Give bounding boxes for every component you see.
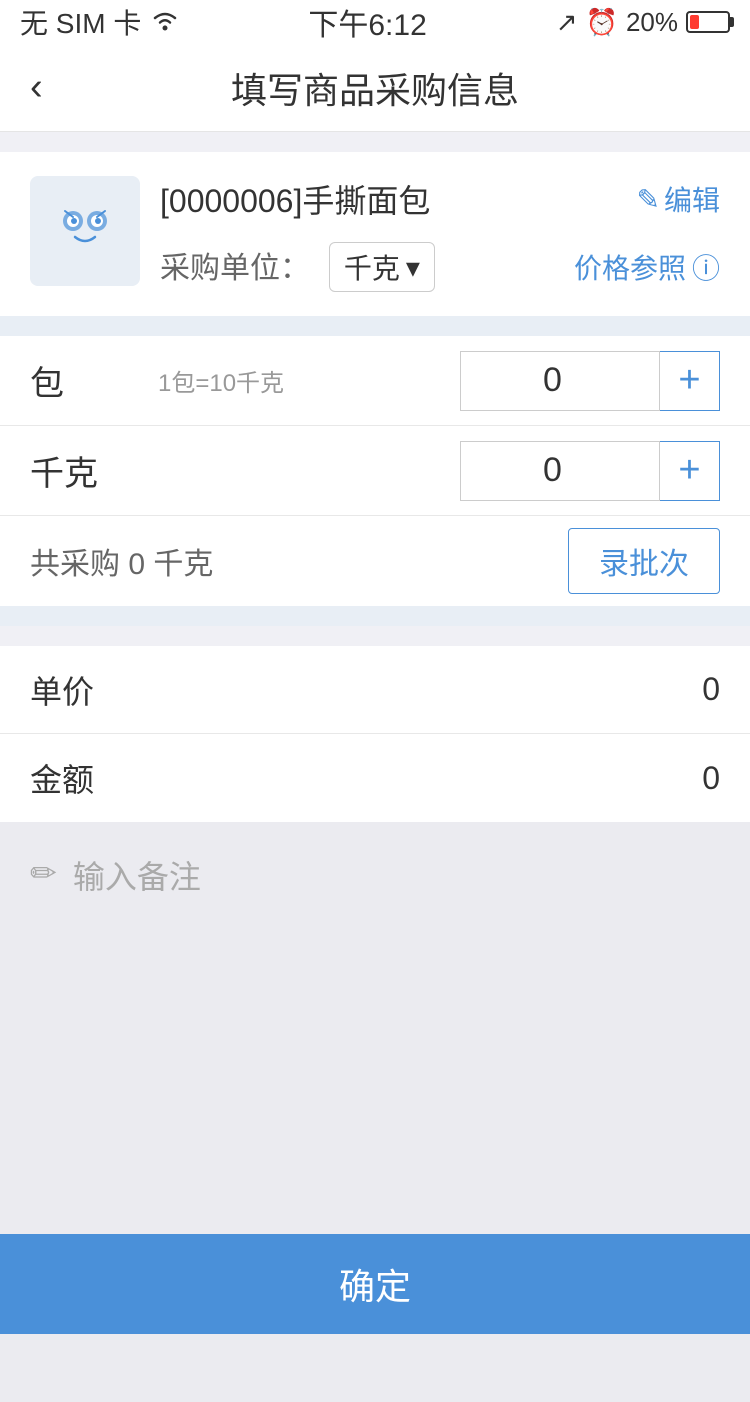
sim-text: 无 SIM 卡 bbox=[20, 2, 141, 42]
input-section: 包 1包=10千克 + 千克 + bbox=[0, 336, 750, 516]
unit-price-value: 0 bbox=[702, 671, 720, 708]
notes-section[interactable]: ✏ 输入备注 bbox=[0, 822, 750, 1022]
kg-input-control: + bbox=[460, 441, 720, 501]
bao-sublabel: 1包=10千克 bbox=[158, 363, 460, 398]
kg-label: 千克 bbox=[30, 446, 150, 495]
section-divider-1 bbox=[0, 316, 750, 336]
amount-value: 0 bbox=[702, 760, 720, 797]
unit-price-label: 单价 bbox=[30, 667, 94, 713]
unit-price-row: 单价 0 bbox=[0, 646, 750, 734]
product-name: [0000006]手撕面包 bbox=[160, 176, 430, 222]
notes-pencil-icon: ✏ bbox=[30, 854, 57, 892]
product-logo bbox=[45, 187, 125, 275]
bao-plus-button[interactable]: + bbox=[660, 351, 720, 411]
page-title: 填写商品采购信息 bbox=[90, 62, 660, 114]
price-reference-button[interactable]: 价格参照 ⓘ bbox=[574, 247, 720, 287]
total-row: 共采购 0 千克 录批次 bbox=[0, 516, 750, 606]
edit-icon: ✎ bbox=[637, 183, 660, 216]
unit-select-dropdown[interactable]: 千克 ▾ bbox=[329, 242, 435, 292]
unit-label-text: 采购单位： bbox=[160, 252, 310, 285]
confirm-button[interactable]: 确定 bbox=[0, 1234, 750, 1334]
status-time: 下午6:12 bbox=[308, 0, 426, 44]
edit-button[interactable]: ✎ 编辑 bbox=[637, 179, 720, 219]
kg-input[interactable] bbox=[460, 441, 660, 501]
battery-icon bbox=[686, 11, 730, 33]
price-info-section: 单价 0 金额 0 bbox=[0, 646, 750, 822]
price-ref-label: 价格参照 bbox=[574, 247, 686, 287]
total-label: 共采购 0 千克 bbox=[30, 539, 213, 583]
nav-bar: ‹ 填写商品采购信息 bbox=[0, 44, 750, 132]
kg-plus-button[interactable]: + bbox=[660, 441, 720, 501]
kg-input-row: 千克 + bbox=[0, 426, 750, 516]
wifi-icon bbox=[151, 6, 179, 38]
bao-input[interactable] bbox=[460, 351, 660, 411]
bao-input-row: 包 1包=10千克 + bbox=[0, 336, 750, 426]
status-left: 无 SIM 卡 bbox=[20, 2, 179, 42]
location-icon: ↗ bbox=[556, 7, 578, 38]
record-batch-button[interactable]: 录批次 bbox=[568, 528, 720, 594]
chevron-down-icon: ▾ bbox=[406, 251, 420, 284]
section-divider-2 bbox=[0, 606, 750, 626]
amount-label: 金额 bbox=[30, 755, 94, 801]
unit-selector[interactable]: 采购单位： 千克 ▾ bbox=[160, 242, 435, 292]
status-right: ↗ ⏰ 20% bbox=[556, 7, 730, 38]
back-button[interactable]: ‹ bbox=[30, 66, 90, 109]
notes-placeholder: 输入备注 bbox=[73, 852, 201, 898]
product-image bbox=[30, 176, 140, 286]
unit-value: 千克 bbox=[344, 247, 400, 287]
help-icon: ⓘ bbox=[692, 247, 720, 287]
bottom-area bbox=[0, 1022, 750, 1402]
bao-label: 包 bbox=[30, 356, 150, 405]
alarm-icon: ⏰ bbox=[586, 7, 618, 38]
status-bar: 无 SIM 卡 下午6:12 ↗ ⏰ 20% bbox=[0, 0, 750, 44]
battery-percent: 20% bbox=[626, 7, 678, 38]
bao-input-control: + bbox=[460, 351, 720, 411]
product-card: [0000006]手撕面包 ✎ 编辑 采购单位： 千克 ▾ 价格参照 ⓘ bbox=[0, 152, 750, 316]
amount-row: 金额 0 bbox=[0, 734, 750, 822]
product-info: [0000006]手撕面包 ✎ 编辑 采购单位： 千克 ▾ 价格参照 ⓘ bbox=[160, 176, 720, 292]
